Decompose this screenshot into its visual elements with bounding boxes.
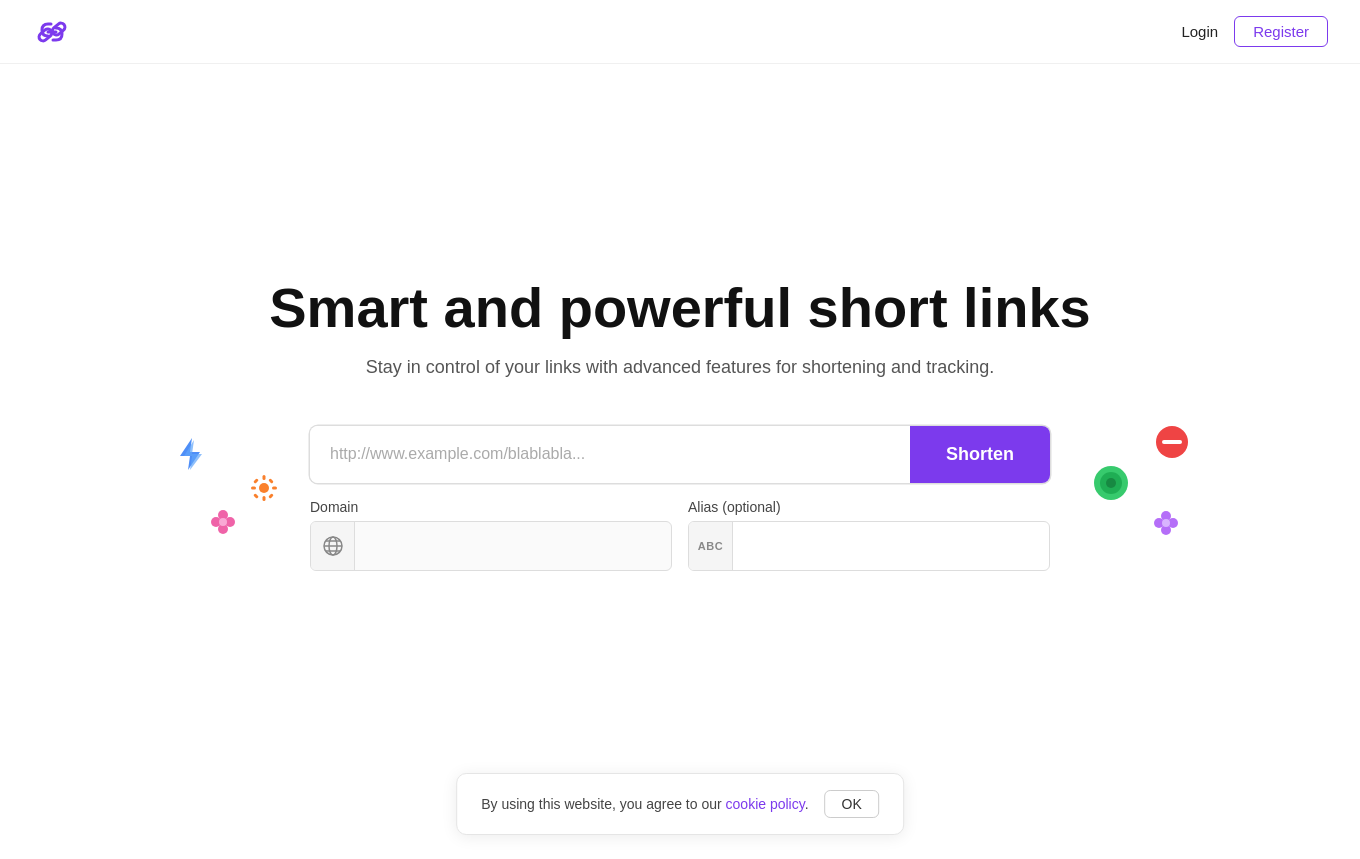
svg-point-5 <box>259 483 269 493</box>
svg-marker-4 <box>184 440 202 470</box>
page-subtitle: Stay in control of your links with advan… <box>366 357 994 378</box>
svg-point-15 <box>218 524 228 534</box>
nav-actions: Login Register <box>1181 16 1328 47</box>
alias-input-wrap: ABC <box>688 521 1050 571</box>
logo <box>32 12 72 52</box>
register-button[interactable]: Register <box>1234 16 1328 47</box>
svg-rect-9 <box>272 487 277 490</box>
deco-green-circle-icon <box>1092 464 1130 506</box>
url-input-row: Shorten <box>310 426 1050 483</box>
svg-point-16 <box>211 517 221 527</box>
svg-point-26 <box>1154 518 1164 528</box>
cookie-ok-button[interactable]: OK <box>825 790 879 818</box>
alias-text-icon: ABC <box>689 522 733 570</box>
svg-point-18 <box>219 518 227 526</box>
svg-point-28 <box>1162 519 1170 527</box>
page-title: Smart and powerful short links <box>269 277 1090 339</box>
svg-rect-12 <box>253 493 259 499</box>
svg-rect-13 <box>268 478 274 484</box>
alias-input[interactable] <box>733 522 1049 570</box>
svg-point-27 <box>1168 518 1178 528</box>
navbar: Login Register <box>0 0 1360 64</box>
svg-point-14 <box>218 510 228 520</box>
deco-gear-icon <box>250 474 278 506</box>
svg-point-23 <box>1106 478 1116 488</box>
shorten-form: Shorten Domain bitly <box>310 426 1050 571</box>
svg-rect-11 <box>268 493 274 499</box>
domain-input[interactable]: bitly.cx/ <box>355 522 671 570</box>
alias-label: Alias (optional) <box>688 499 1050 515</box>
svg-rect-8 <box>251 487 256 490</box>
shorten-button[interactable]: Shorten <box>910 426 1050 483</box>
www-icon <box>311 522 355 570</box>
svg-point-17 <box>225 517 235 527</box>
svg-point-25 <box>1161 525 1171 535</box>
cookie-policy-link[interactable]: cookie policy <box>726 796 805 812</box>
svg-point-22 <box>1100 472 1122 494</box>
svg-rect-10 <box>253 478 259 484</box>
deco-purple-flower-icon <box>1152 509 1180 541</box>
cookie-text: By using this website, you agree to our … <box>481 796 808 812</box>
domain-field-group: Domain bitly.cx/ <box>310 499 672 571</box>
svg-point-19 <box>1156 426 1188 458</box>
deco-dash-red-icon <box>1154 424 1190 464</box>
cookie-banner: By using this website, you agree to our … <box>456 773 904 835</box>
abc-icon: ABC <box>698 540 723 552</box>
deco-lightning-icon <box>170 434 210 478</box>
logo-icon <box>32 12 72 52</box>
svg-point-21 <box>1094 466 1128 500</box>
svg-rect-7 <box>263 496 266 501</box>
alias-field-group: Alias (optional) ABC <box>688 499 1050 571</box>
svg-marker-3 <box>180 438 200 470</box>
url-input[interactable] <box>310 426 910 483</box>
login-button[interactable]: Login <box>1181 23 1218 40</box>
domain-alias-row: Domain bitly.cx/ Al <box>310 499 1050 571</box>
hero-section: Smart and powerful short links Stay in c… <box>0 64 1360 764</box>
domain-input-wrap: bitly.cx/ <box>310 521 672 571</box>
svg-point-24 <box>1161 511 1171 521</box>
svg-rect-6 <box>263 475 266 480</box>
deco-flower-icon <box>210 509 236 539</box>
domain-label: Domain <box>310 499 672 515</box>
